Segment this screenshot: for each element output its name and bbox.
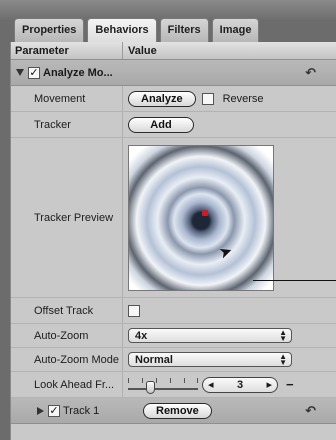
callout-leader-line	[253, 280, 336, 281]
reset-icon[interactable]: ↶	[305, 403, 316, 419]
auto-zoom-mode-value: Normal	[135, 353, 173, 366]
disclosure-triangle-collapsed-icon[interactable]	[37, 406, 44, 415]
remove-track-button[interactable]: Remove	[143, 402, 212, 419]
tracker-point-marker[interactable]	[202, 209, 208, 216]
auto-zoom-value: 4x	[135, 329, 148, 342]
analyze-motion-group-row: ✓ Analyze Mo... ↶	[11, 60, 336, 86]
mouse-pointer-icon: ➤	[216, 241, 236, 263]
reset-icon[interactable]: ↶	[305, 65, 316, 81]
slider-tick	[184, 377, 185, 383]
add-tracker-button[interactable]: Add	[128, 116, 194, 133]
look-ahead-row: Look Ahead Fr... ◂ 3 ▸ −	[11, 372, 336, 398]
track-1-enable-checkbox[interactable]: ✓	[48, 404, 60, 417]
tab-image[interactable]: Image	[211, 18, 260, 42]
slider-tick	[128, 377, 129, 383]
reverse-label: Reverse	[222, 92, 264, 105]
tab-properties[interactable]: Properties	[14, 18, 85, 42]
auto-zoom-mode-popup[interactable]: Normal ▲ ▼	[128, 352, 292, 367]
movement-row: Movement Analyze Reverse	[11, 86, 336, 112]
analyze-button[interactable]: Analyze	[128, 90, 196, 107]
reverse-checkbox[interactable]	[201, 92, 214, 105]
decrement-arrow-icon[interactable]: ◂	[208, 378, 214, 391]
auto-zoom-popup[interactable]: 4x ▲ ▼	[128, 328, 292, 343]
slider-tick	[142, 377, 143, 383]
auto-zoom-row: Auto-Zoom 4x ▲ ▼	[11, 324, 336, 348]
popup-arrows-icon: ▲ ▼	[279, 352, 287, 367]
tracker-preview-image[interactable]: ➤	[128, 144, 274, 291]
slider-track	[128, 387, 198, 390]
offset-track-row: Offset Track	[11, 298, 336, 324]
parameter-column-header[interactable]: Parameter	[11, 42, 123, 59]
movement-label: Movement	[11, 86, 123, 111]
tracker-row: Tracker Add	[11, 112, 336, 138]
disclosure-triangle-expanded-icon[interactable]	[16, 69, 24, 76]
look-ahead-label: Look Ahead Fr...	[11, 372, 123, 397]
tracker-preview-label: Tracker Preview	[11, 138, 123, 297]
look-ahead-slider[interactable]	[128, 375, 198, 395]
tab-behaviors[interactable]: Behaviors	[87, 18, 157, 44]
value-column-header[interactable]: Value	[123, 42, 157, 60]
popup-arrows-icon: ▲ ▼	[279, 328, 287, 343]
behaviors-panel: Parameter Value ✓ Analyze Mo... ↶ Moveme…	[10, 42, 336, 440]
remove-parameter-icon[interactable]: −	[286, 377, 294, 392]
auto-zoom-label: Auto-Zoom	[11, 324, 123, 347]
look-ahead-stepper[interactable]: ◂ 3 ▸	[202, 376, 278, 393]
offset-track-checkbox[interactable]	[128, 304, 140, 317]
tab-filters[interactable]: Filters	[159, 18, 209, 42]
offset-track-label: Offset Track	[11, 298, 123, 323]
window-top-bar	[0, 0, 336, 20]
analyze-motion-enable-checkbox[interactable]: ✓	[28, 66, 40, 79]
look-ahead-value: 3	[236, 378, 244, 391]
slider-tick	[156, 377, 157, 383]
slider-knob[interactable]	[146, 380, 155, 394]
track-1-title: Track 1	[63, 404, 100, 417]
tracker-preview-row: Tracker Preview ➤	[11, 138, 336, 298]
auto-zoom-mode-label: Auto-Zoom Mode	[11, 348, 123, 371]
slider-tick	[170, 377, 171, 383]
slider-tick	[197, 377, 198, 383]
tracker-label: Tracker	[11, 112, 123, 137]
auto-zoom-mode-row: Auto-Zoom Mode Normal ▲ ▼	[11, 348, 336, 372]
column-header: Parameter Value	[11, 42, 336, 60]
inspector-tabs: Properties Behaviors Filters Image	[14, 18, 260, 44]
analyze-motion-title: Analyze Mo...	[43, 66, 113, 79]
track-1-row: ✓ Track 1 Remove ↶	[11, 398, 336, 424]
increment-arrow-icon[interactable]: ▸	[266, 378, 272, 391]
